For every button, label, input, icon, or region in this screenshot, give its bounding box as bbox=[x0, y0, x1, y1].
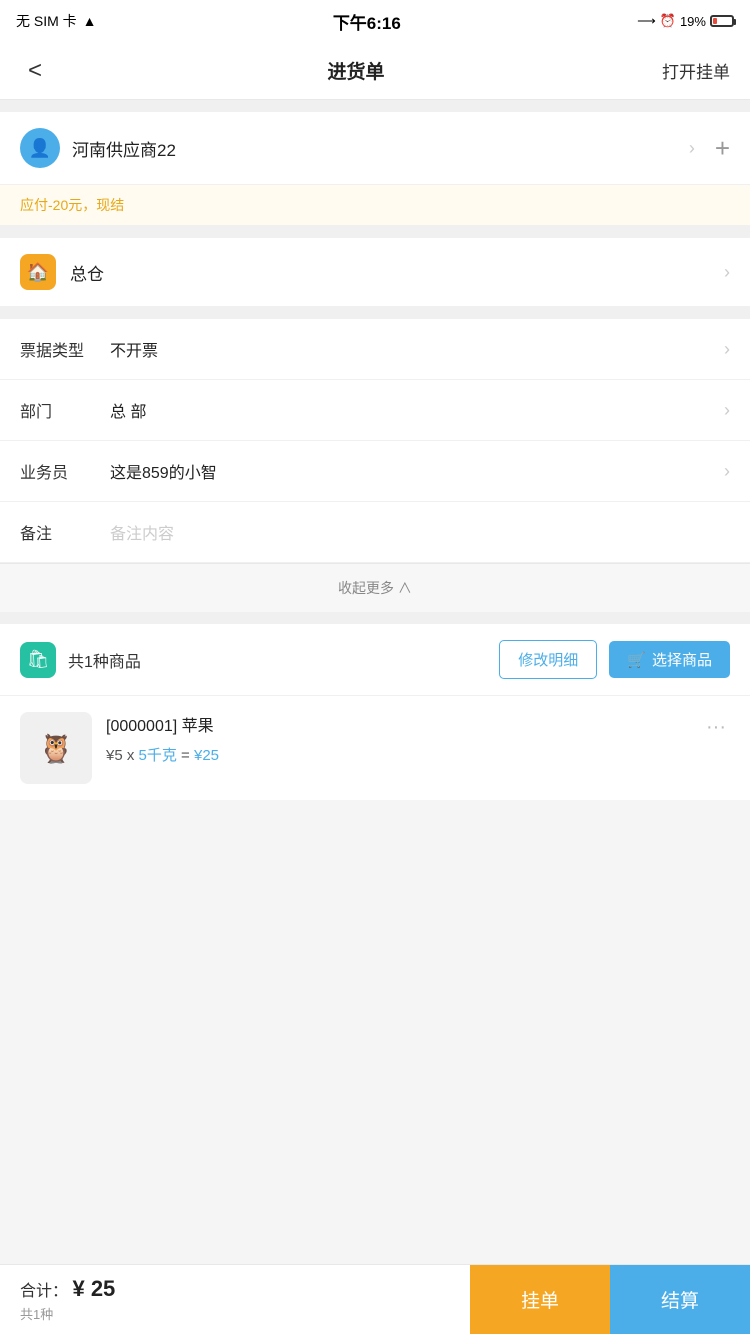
department-value: 总 部 bbox=[100, 398, 724, 422]
salesperson-label: 业务员 bbox=[20, 459, 100, 483]
alarm-icon: ⏰ bbox=[660, 13, 676, 29]
product-price-row: ¥5 x 5千克 = ¥25 bbox=[106, 744, 688, 765]
add-supplier-button[interactable]: + bbox=[715, 133, 730, 164]
select-product-icon: 🛒 bbox=[627, 651, 646, 669]
department-label: 部门 bbox=[20, 398, 100, 422]
back-button[interactable]: < bbox=[20, 49, 50, 93]
product-name: [0000001] 苹果 bbox=[106, 712, 688, 736]
warehouse-section: 🏠 总仓 › bbox=[0, 238, 750, 307]
remark-value: 备注内容 bbox=[100, 520, 730, 544]
select-product-label: 选择商品 bbox=[652, 649, 712, 670]
supplier-chevron-icon: › bbox=[689, 138, 695, 159]
product-total: ¥25 bbox=[194, 747, 219, 764]
carrier-text: 无 SIM 卡 bbox=[16, 11, 77, 31]
total-section: 合计： ¥ 25 共1种 bbox=[0, 1265, 470, 1334]
warehouse-icon: 🏠 bbox=[20, 254, 56, 290]
nav-bar: < 进货单 打开挂单 bbox=[0, 42, 750, 100]
battery-icon bbox=[710, 15, 734, 27]
collapse-row[interactable]: 收起更多 ∧ bbox=[0, 563, 750, 612]
warehouse-label: 总仓 bbox=[70, 260, 724, 285]
product-bag-icon: 🛍 bbox=[20, 642, 56, 678]
select-product-button[interactable]: 🛒 选择商品 bbox=[609, 641, 730, 678]
divider-2 bbox=[0, 307, 750, 319]
product-thumbnail: 🦉 bbox=[20, 712, 92, 784]
divider-3 bbox=[0, 612, 750, 624]
total-row: 合计： ¥ 25 bbox=[20, 1276, 450, 1302]
product-code: [0000001] 苹果 bbox=[106, 718, 214, 735]
total-label: 合计： bbox=[20, 1283, 68, 1300]
remark-label: 备注 bbox=[20, 520, 100, 544]
product-unit-price: ¥5 x bbox=[106, 747, 139, 764]
collapse-label: 收起更多 ∧ bbox=[338, 578, 412, 598]
top-divider bbox=[0, 100, 750, 112]
wifi-icon: ▲ bbox=[83, 13, 97, 29]
avatar-icon: 👤 bbox=[29, 138, 51, 159]
hang-button[interactable]: 挂单 bbox=[470, 1265, 610, 1334]
product-count-label: 共1种商品 bbox=[68, 648, 487, 672]
total-sub: 共1种 bbox=[20, 1304, 450, 1323]
location-icon: ⟶ bbox=[637, 13, 656, 29]
supplier-name: 河南供应商22 bbox=[72, 136, 689, 161]
form-section: 票据类型 不开票 › 部门 总 部 › 业务员 这是859的小智 › 备注 备注… bbox=[0, 319, 750, 612]
salesperson-row[interactable]: 业务员 这是859的小智 › bbox=[0, 441, 750, 502]
edit-detail-button[interactable]: 修改明细 bbox=[499, 640, 597, 679]
products-section: 🛍 共1种商品 修改明细 🛒 选择商品 🦉 [0000001] 苹果 ¥5 x … bbox=[0, 624, 750, 800]
status-bar: 无 SIM 卡 ▲ 下午6:16 ⟶ ⏰ 19% bbox=[0, 0, 750, 42]
supplier-notice: 应付-20元，现结 bbox=[0, 185, 750, 226]
bottom-spacer bbox=[0, 800, 750, 870]
salesperson-value: 这是859的小智 bbox=[100, 459, 724, 483]
open-hang-button[interactable]: 打开挂单 bbox=[662, 58, 730, 83]
supplier-avatar: 👤 bbox=[20, 128, 60, 168]
department-chevron-icon: › bbox=[724, 400, 730, 421]
status-carrier: 无 SIM 卡 ▲ bbox=[16, 11, 97, 31]
warehouse-chevron-icon: › bbox=[724, 262, 730, 283]
bottom-bar: 合计： ¥ 25 共1种 挂单 结算 bbox=[0, 1264, 750, 1334]
total-amount: ¥ 25 bbox=[72, 1276, 115, 1301]
salesperson-chevron-icon: › bbox=[724, 461, 730, 482]
product-item: 🦉 [0000001] 苹果 ¥5 x 5千克 = ¥25 ··· bbox=[0, 696, 750, 800]
invoice-type-value: 不开票 bbox=[100, 337, 724, 361]
supplier-row[interactable]: 👤 河南供应商22 › + bbox=[0, 112, 750, 185]
invoice-type-chevron-icon: › bbox=[724, 339, 730, 360]
product-header: 🛍 共1种商品 修改明细 🛒 选择商品 bbox=[0, 624, 750, 696]
status-right: ⟶ ⏰ 19% bbox=[637, 13, 734, 29]
battery-percent: 19% bbox=[680, 14, 706, 29]
product-equals: = bbox=[181, 747, 194, 764]
product-info: [0000001] 苹果 ¥5 x 5千克 = ¥25 bbox=[106, 712, 688, 765]
divider-1 bbox=[0, 226, 750, 238]
warehouse-row[interactable]: 🏠 总仓 › bbox=[0, 238, 750, 307]
status-time: 下午6:16 bbox=[333, 9, 401, 34]
product-more-button[interactable]: ··· bbox=[702, 712, 730, 743]
supplier-section: 👤 河南供应商22 › + 应付-20元，现结 bbox=[0, 112, 750, 226]
page-title: 进货单 bbox=[328, 57, 385, 84]
product-placeholder-icon: 🦉 bbox=[39, 732, 74, 765]
invoice-type-row[interactable]: 票据类型 不开票 › bbox=[0, 319, 750, 380]
checkout-button[interactable]: 结算 bbox=[610, 1265, 750, 1334]
department-row[interactable]: 部门 总 部 › bbox=[0, 380, 750, 441]
invoice-type-label: 票据类型 bbox=[20, 337, 100, 361]
product-quantity: 5千克 bbox=[139, 747, 177, 764]
remark-row[interactable]: 备注 备注内容 bbox=[0, 502, 750, 563]
notice-text: 应付-20元，现结 bbox=[20, 197, 124, 213]
